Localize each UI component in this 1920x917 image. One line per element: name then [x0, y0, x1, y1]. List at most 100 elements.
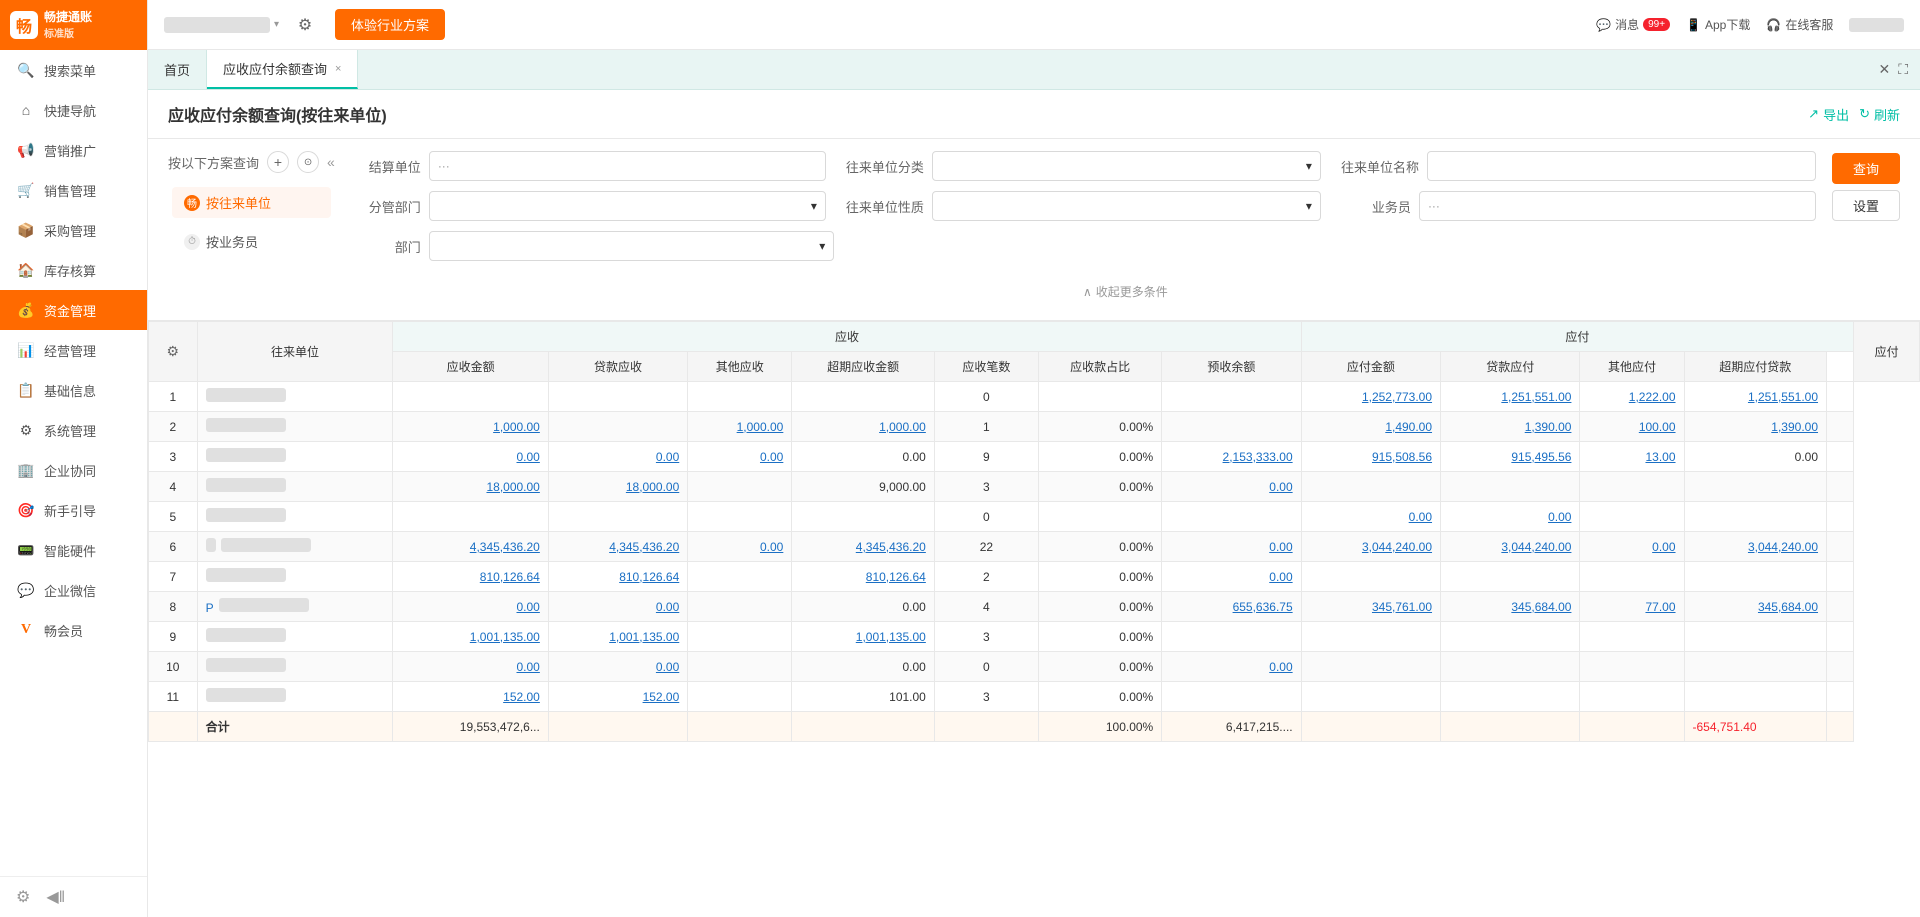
sidebar-item-search[interactable]: 🔍 搜索菜单 [0, 50, 147, 90]
sidebar-item-base[interactable]: 📋 基础信息 [0, 370, 147, 410]
online-service-button[interactable]: 🎧 在线客服 [1766, 16, 1833, 33]
dept-charge-select[interactable]: ▾ [429, 191, 826, 221]
scheme-inactive-dot: ⏱ [184, 234, 200, 250]
dept-charge-arrow: ▾ [811, 199, 817, 213]
data-table: ⚙ 往来单位 应收 应付 应付 应收金额 贷款应收 其他应收 超期应收金额 应收… [148, 321, 1920, 742]
message-button[interactable]: 💬 消息 99+ [1596, 16, 1670, 33]
col-other-pay: 其他应付 [1580, 352, 1684, 382]
col-adv-bal: 预收余额 [1162, 352, 1301, 382]
header-right: 💬 消息 99+ 📱 App下载 🎧 在线客服 Rit [1596, 16, 1904, 33]
table-row: 7 810,126.64 810,126.64 810,126.64 2 0.0… [149, 562, 1920, 592]
partner-category-label: 往来单位分类 [846, 157, 924, 176]
filter-scheme-by-salesman[interactable]: ⏱ 按业务员 [172, 226, 331, 257]
sidebar-item-quicknav[interactable]: ⌂ 快捷导航 [0, 90, 147, 130]
col-pay-amt: 应付金额 [1301, 352, 1440, 382]
sidebar-item-member[interactable]: V 畅会员 [0, 610, 147, 650]
sidebar-item-system[interactable]: ⚙ 系统管理 [0, 410, 147, 450]
user-info[interactable]: Rit [1849, 18, 1904, 32]
table-row: 11 152.00 152.00 101.00 3 0.00% [149, 682, 1920, 712]
app-download-button[interactable]: 📱 App下载 [1686, 16, 1750, 33]
sidebar-item-sales[interactable]: 🛒 销售管理 [0, 170, 147, 210]
sidebar-label-operations: 经营管理 [44, 341, 96, 360]
filter-add-button[interactable]: + [267, 151, 289, 173]
filter-row-2: 分管部门 ▾ 往来单位性质 ▾ [351, 191, 1816, 221]
sidebar-item-wechat[interactable]: 💬 企业微信 [0, 570, 147, 610]
sidebar-label-marketing: 营销推广 [44, 141, 96, 160]
salesman-input[interactable]: ··· [1419, 191, 1816, 221]
col-payable-extra: 应付 [1854, 322, 1920, 382]
search-icon: 🔍 [16, 60, 36, 80]
query-buttons: 查询 设置 [1832, 151, 1900, 221]
filter-scheme-by-partner[interactable]: 畅 按往来单位 [172, 187, 331, 218]
tab-expand-icon[interactable]: ⛶ [1898, 61, 1908, 78]
filter-group-salesman: 业务员 ··· [1341, 191, 1816, 221]
finance-icon: 💰 [16, 300, 36, 320]
sidebar-item-marketing[interactable]: 📢 营销推广 [0, 130, 147, 170]
footer-total-label: 合计 [197, 712, 393, 742]
trial-button[interactable]: 体验行业方案 [335, 9, 445, 40]
tab-current[interactable]: 应收应付余额查询 × [207, 50, 358, 89]
tab-close-icon[interactable]: × [335, 63, 341, 75]
filter-collapse-button[interactable]: « [327, 154, 335, 170]
header-gear-button[interactable]: ⚙ [291, 11, 319, 39]
partner-category-select[interactable]: ▾ [932, 151, 1321, 181]
sidebar-item-inventory[interactable]: 🏠 库存核算 [0, 250, 147, 290]
sidebar-label-search: 搜索菜单 [44, 61, 96, 80]
message-badge: 99+ [1643, 18, 1670, 31]
col-overdue-recv: 超期应收金额 [792, 352, 935, 382]
breadcrumb-text [164, 17, 270, 33]
sidebar-item-hardware[interactable]: 📟 智能硬件 [0, 530, 147, 570]
filter-group-partner-nature: 往来单位性质 ▾ [846, 191, 1321, 221]
filter-group-settlement: 结算单位 ··· [351, 151, 826, 181]
partner-name-input[interactable] [1427, 151, 1816, 181]
tab-home[interactable]: 首页 [148, 50, 207, 89]
sidebar-label-purchase: 采购管理 [44, 221, 96, 240]
sidebar-settings-icon[interactable]: ⚙ [16, 887, 30, 907]
page-actions: ↗ 导出 ↻ 刷新 [1808, 105, 1900, 124]
sidebar-logo: 畅 畅捷通账 标准版 [0, 0, 147, 50]
table-row: 4 18,000.00 18,000.00 9,000.00 3 0.00% 0… [149, 472, 1920, 502]
sidebar-label-wechat: 企业微信 [44, 581, 96, 600]
collapse-label: 收起更多条件 [1096, 283, 1168, 300]
partner-nature-select[interactable]: ▾ [932, 191, 1321, 221]
col-group-receivable: 应收 [393, 322, 1301, 352]
table-row: 3 0.00 0.00 0.00 0.00 9 0.00% 2,153,333.… [149, 442, 1920, 472]
tab-close-all-icon[interactable]: ✕ [1878, 61, 1890, 78]
collapse-bar[interactable]: ∧ 收起更多条件 [351, 275, 1900, 308]
filter-group-partner-category: 往来单位分类 ▾ [846, 151, 1321, 181]
service-icon: 🎧 [1766, 18, 1781, 32]
sidebar-label-guide: 新手引导 [44, 501, 96, 520]
tab-bar: 首页 应收应付余额查询 × ✕ ⛶ [148, 50, 1920, 90]
footer-recv-total: 19,553,472,6... [393, 712, 548, 742]
col-recv-count: 应收笔数 [934, 352, 1038, 382]
settlement-unit-input[interactable]: ··· [429, 151, 826, 181]
inventory-icon: 🏠 [16, 260, 36, 280]
sidebar-item-guide[interactable]: 🎯 新手引导 [0, 490, 147, 530]
sidebar-item-finance[interactable]: 💰 资金管理 [0, 290, 147, 330]
table-row: 1 0 1,252,773.00 1,251,551.00 1,222.00 1… [149, 382, 1920, 412]
settings-button[interactable]: 设置 [1832, 190, 1900, 221]
sidebar-item-corp[interactable]: 🏢 企业协同 [0, 450, 147, 490]
sidebar-label-quicknav: 快捷导航 [44, 101, 96, 120]
main-content: 应收应付余额查询(按往来单位) ↗ 导出 ↻ 刷新 按以下方案查询 + ⊙ « [148, 90, 1920, 917]
col-settings[interactable]: ⚙ [149, 322, 198, 382]
salesman-label: 业务员 [1341, 197, 1411, 216]
sales-icon: 🛒 [16, 180, 36, 200]
table-settings-icon[interactable]: ⚙ [167, 343, 180, 359]
refresh-label: 刷新 [1874, 105, 1900, 124]
message-icon: 💬 [1596, 18, 1611, 32]
username: Rit [1849, 18, 1904, 32]
scheme-active-dot: 畅 [184, 195, 200, 211]
filter-scheme-button[interactable]: ⊙ [297, 151, 319, 173]
filter-label: 按以下方案查询 [168, 153, 259, 172]
sidebar-collapse-icon[interactable]: ◀‖ [46, 887, 65, 907]
logo-version: 标准版 [44, 25, 92, 40]
sidebar-item-operations[interactable]: 📊 经营管理 [0, 330, 147, 370]
partner-nature-label: 往来单位性质 [846, 197, 924, 216]
sidebar-item-purchase[interactable]: 📦 采购管理 [0, 210, 147, 250]
query-button[interactable]: 查询 [1832, 153, 1900, 184]
guide-icon: 🎯 [16, 500, 36, 520]
export-button[interactable]: ↗ 导出 [1808, 105, 1849, 124]
refresh-button[interactable]: ↻ 刷新 [1859, 105, 1900, 124]
dept-select[interactable]: ▾ [429, 231, 835, 261]
